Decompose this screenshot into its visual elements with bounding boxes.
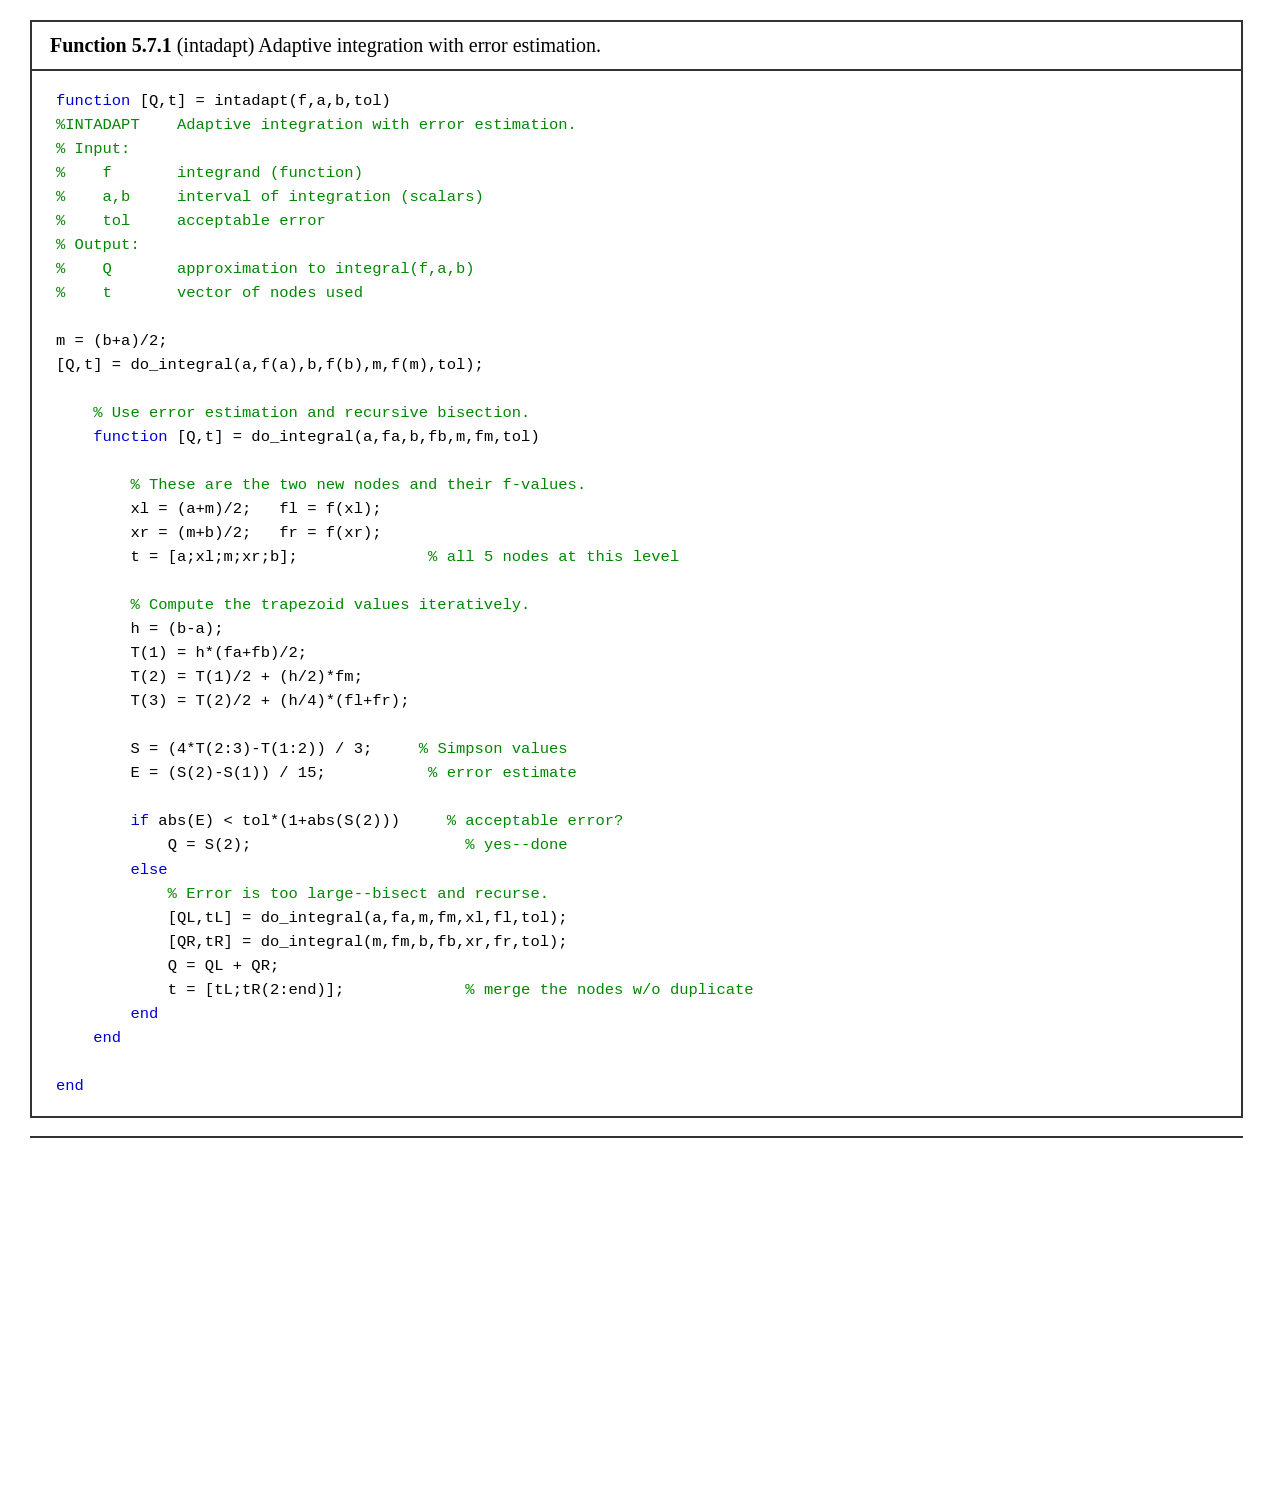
comment-text: % a,b interval of integration (scalars) xyxy=(56,188,484,206)
function-box: Function 5.7.1 (intadapt) Adaptive integ… xyxy=(30,20,1243,1118)
code-text: T(2) = T(1)/2 + (h/2)*fm; xyxy=(130,668,363,686)
code-line: T(3) = T(2)/2 + (h/4)*(fl+fr); xyxy=(56,689,1217,713)
keyword: if xyxy=(130,812,149,830)
code-text: t = [a;xl;m;xr;b]; xyxy=(130,548,428,566)
code-line: T(2) = T(1)/2 + (h/2)*fm; xyxy=(56,665,1217,689)
code-area: function [Q,t] = intadapt(f,a,b,tol) %INT… xyxy=(32,71,1241,1116)
code-line: xl = (a+m)/2; fl = f(xl); xyxy=(56,497,1217,521)
empty-line xyxy=(56,569,1217,593)
code-line: if abs(E) < tol*(1+abs(S(2))) % acceptab… xyxy=(56,809,1217,833)
keyword: function xyxy=(93,428,167,446)
inline-comment: % acceptable error? xyxy=(447,812,624,830)
code-line: h = (b-a); xyxy=(56,617,1217,641)
empty-line xyxy=(56,713,1217,737)
page-container: Function 5.7.1 (intadapt) Adaptive integ… xyxy=(0,0,1273,1488)
code-text: Q = QL + QR; xyxy=(168,957,280,975)
code-line: % a,b interval of integration (scalars) xyxy=(56,185,1217,209)
code-line: [QR,tR] = do_integral(m,fm,b,fb,xr,fr,to… xyxy=(56,930,1217,954)
code-line: % Error is too large--bisect and recurse… xyxy=(56,882,1217,906)
code-text: [QR,tR] = do_integral(m,fm,b,fb,xr,fr,to… xyxy=(168,933,568,951)
comment-text: % t vector of nodes used xyxy=(56,284,363,302)
code-line: else xyxy=(56,858,1217,882)
comment-text: % These are the two new nodes and their … xyxy=(56,476,586,494)
code-line: E = (S(2)-S(1)) / 15; % error estimate xyxy=(56,761,1217,785)
code-line: t = [tL;tR(2:end)]; % merge the nodes w/… xyxy=(56,978,1217,1002)
keyword: end xyxy=(93,1029,121,1047)
function-title-bold: Function 5.7.1 xyxy=(50,34,172,56)
code-text: t = [tL;tR(2:end)]; xyxy=(168,981,466,999)
bottom-rule xyxy=(30,1136,1243,1138)
code-text: xl = (a+m)/2; fl = f(xl); xyxy=(130,500,381,518)
code-line: %INTADAPT Adaptive integration with erro… xyxy=(56,113,1217,137)
inline-comment: % yes--done xyxy=(465,836,567,854)
comment-text: % f integrand (function) xyxy=(56,164,363,182)
code-text: [Q,t] = do_integral(a,fa,b,fb,m,fm,tol) xyxy=(168,428,540,446)
code-line: % Compute the trapezoid values iterative… xyxy=(56,593,1217,617)
code-line: % Input: xyxy=(56,137,1217,161)
empty-line xyxy=(56,377,1217,401)
code-line: end xyxy=(56,1026,1217,1050)
comment-text: % tol acceptable error xyxy=(56,212,326,230)
code-text: h = (b-a); xyxy=(130,620,223,638)
code-text: [Q,t] = intadapt(f,a,b,tol) xyxy=(130,92,390,110)
code-line: % tol acceptable error xyxy=(56,209,1217,233)
comment-text: % Input: xyxy=(56,140,130,158)
keyword: end xyxy=(56,1077,84,1095)
code-line: S = (4*T(2:3)-T(1:2)) / 3; % Simpson val… xyxy=(56,737,1217,761)
code-text: [Q,t] = do_integral(a,f(a),b,f(b),m,f(m)… xyxy=(56,356,484,374)
code-text: T(1) = h*(fa+fb)/2; xyxy=(130,644,307,662)
code-line: % Q approximation to integral(f,a,b) xyxy=(56,257,1217,281)
comment-text: %INTADAPT Adaptive integration with erro… xyxy=(56,116,577,134)
code-line: end xyxy=(56,1074,1217,1098)
code-text: [QL,tL] = do_integral(a,fa,m,fm,xl,fl,to… xyxy=(168,909,568,927)
inline-comment: % merge the nodes w/o duplicate xyxy=(465,981,753,999)
code-text: S = (4*T(2:3)-T(1:2)) / 3; xyxy=(130,740,418,758)
code-text: Q = S(2); xyxy=(168,836,466,854)
code-line: T(1) = h*(fa+fb)/2; xyxy=(56,641,1217,665)
code-line: % t vector of nodes used xyxy=(56,281,1217,305)
code-line: [QL,tL] = do_integral(a,fa,m,fm,xl,fl,to… xyxy=(56,906,1217,930)
code-line: end xyxy=(56,1002,1217,1026)
empty-line xyxy=(56,1050,1217,1074)
code-text: xr = (m+b)/2; fr = f(xr); xyxy=(130,524,381,542)
code-text: E = (S(2)-S(1)) / 15; xyxy=(130,764,428,782)
code-line: % Output: xyxy=(56,233,1217,257)
keyword: end xyxy=(130,1005,158,1023)
comment-text: % Error is too large--bisect and recurse… xyxy=(56,885,549,903)
comment-text: % Use error estimation and recursive bis… xyxy=(56,404,530,422)
code-line: [Q,t] = do_integral(a,f(a),b,f(b),m,f(m)… xyxy=(56,353,1217,377)
code-line: function [Q,t] = do_integral(a,fa,b,fb,m… xyxy=(56,425,1217,449)
code-text: abs(E) < tol*(1+abs(S(2))) xyxy=(149,812,447,830)
inline-comment: % error estimate xyxy=(428,764,577,782)
keyword: else xyxy=(130,861,167,879)
empty-line xyxy=(56,305,1217,329)
function-title-text: (intadapt) Adaptive integration with err… xyxy=(177,34,601,56)
code-line: Q = S(2); % yes--done xyxy=(56,833,1217,857)
code-line: t = [a;xl;m;xr;b]; % all 5 nodes at this… xyxy=(56,545,1217,569)
code-line: m = (b+a)/2; xyxy=(56,329,1217,353)
code-line: xr = (m+b)/2; fr = f(xr); xyxy=(56,521,1217,545)
code-text: T(3) = T(2)/2 + (h/4)*(fl+fr); xyxy=(130,692,409,710)
code-line: % Use error estimation and recursive bis… xyxy=(56,401,1217,425)
function-title: Function 5.7.1 (intadapt) Adaptive integ… xyxy=(32,22,1241,71)
code-line: Q = QL + QR; xyxy=(56,954,1217,978)
inline-comment: % Simpson values xyxy=(419,740,568,758)
comment-text: % Q approximation to integral(f,a,b) xyxy=(56,260,475,278)
empty-line xyxy=(56,785,1217,809)
empty-line xyxy=(56,449,1217,473)
code-line: % f integrand (function) xyxy=(56,161,1217,185)
keyword: function xyxy=(56,92,130,110)
comment-text: % Output: xyxy=(56,236,140,254)
comment-text: % Compute the trapezoid values iterative… xyxy=(56,596,530,614)
code-line: function [Q,t] = intadapt(f,a,b,tol) xyxy=(56,89,1217,113)
code-text: m = (b+a)/2; xyxy=(56,332,168,350)
code-line: % These are the two new nodes and their … xyxy=(56,473,1217,497)
inline-comment: % all 5 nodes at this level xyxy=(428,548,679,566)
